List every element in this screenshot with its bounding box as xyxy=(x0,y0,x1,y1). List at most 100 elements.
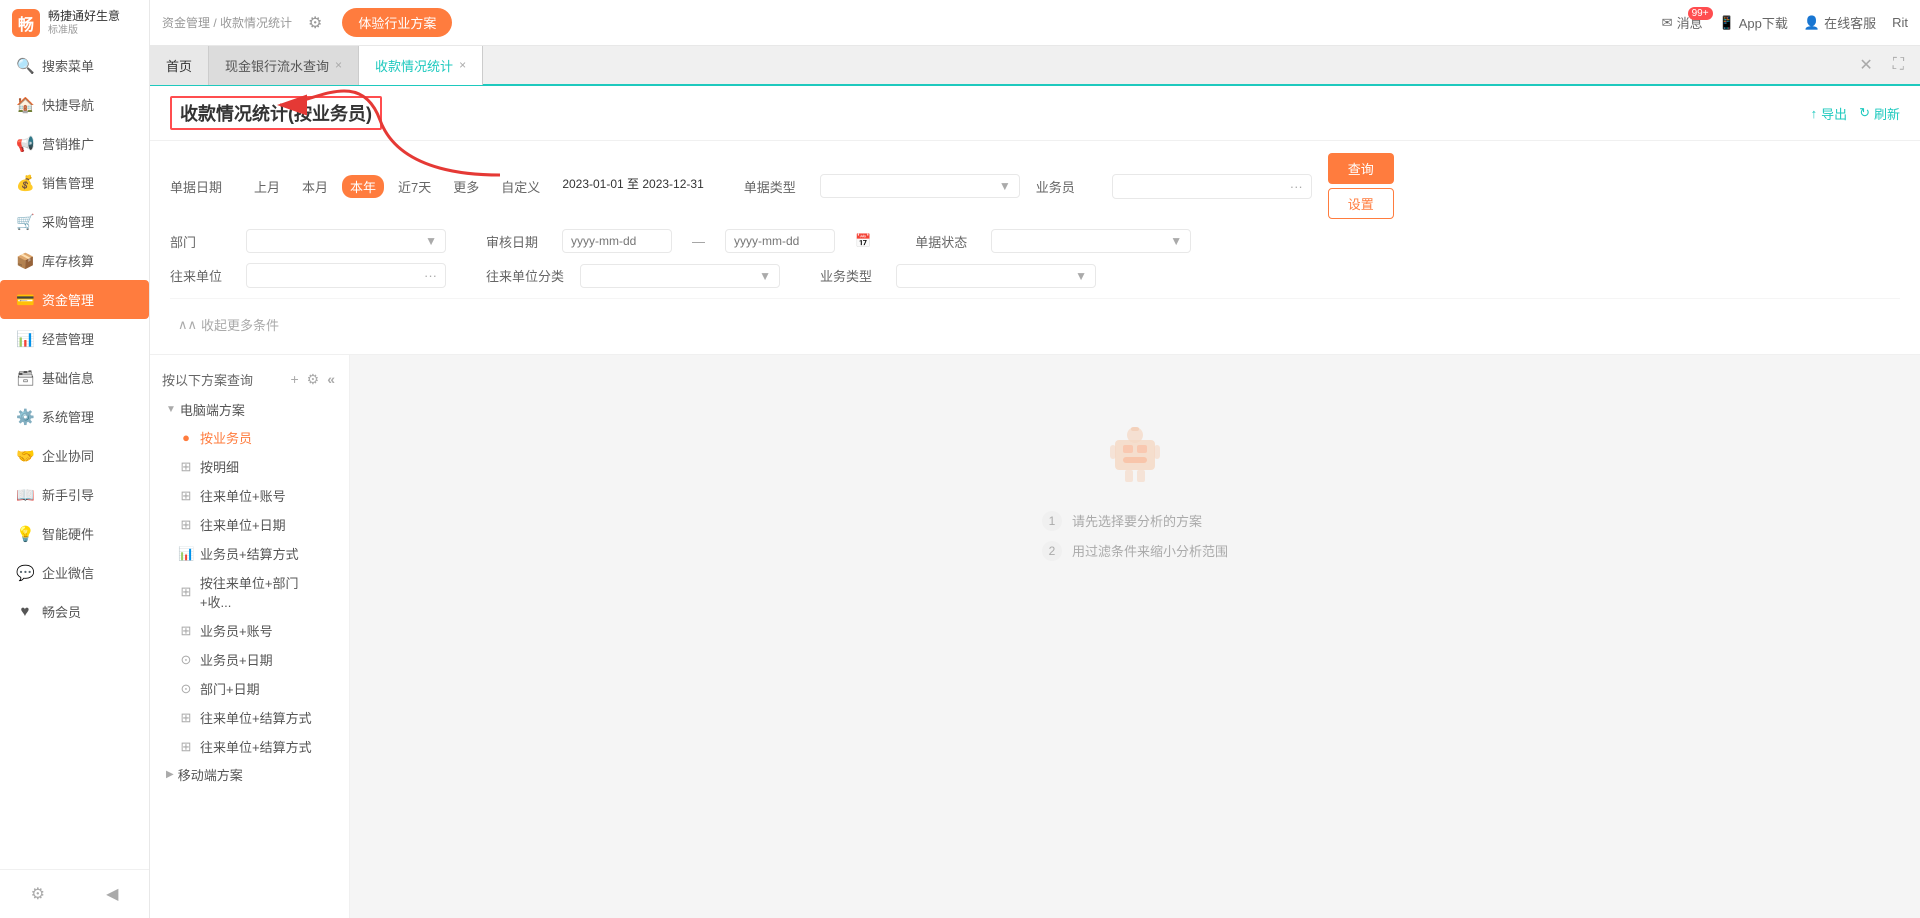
sidebar-item-wechat[interactable]: 💬 企业微信 xyxy=(0,553,149,592)
dept-select[interactable]: ▼ xyxy=(246,229,446,253)
collapse-button[interactable]: ∧∧ 收起更多条件 xyxy=(170,307,1900,342)
scheme-item-by_unit_date[interactable]: ⊞ 往来单位+日期 xyxy=(158,510,341,539)
scheme-item-by_dept_date[interactable]: ⊙ 部门+日期 xyxy=(158,674,341,703)
doc-type-select[interactable]: ▼ xyxy=(820,174,1020,198)
scheme-settings-btn[interactable]: ⚙ xyxy=(305,369,322,390)
scheme-add-btn[interactable]: + xyxy=(288,369,300,390)
counterpart-select[interactable]: ··· xyxy=(246,263,446,288)
sidebar-item-corp[interactable]: 🤝 企业协同 xyxy=(0,436,149,475)
sidebar-item-marketing[interactable]: 📢 营销推广 xyxy=(0,124,149,163)
sidebar-item-guide[interactable]: 📖 新手引导 xyxy=(0,475,149,514)
date-range-display: 2023-01-01 至 2023-12-31 xyxy=(562,175,703,198)
date-tabs: 上月 本月 本年 近7天 更多 自定义 2023-01-01 至 2023-12… xyxy=(246,175,704,198)
doc-status-select[interactable]: ▼ xyxy=(991,229,1191,253)
scheme-mobile-group: ▶ 移动端方案 xyxy=(150,761,349,788)
date-tab-this-month[interactable]: 本月 xyxy=(294,175,336,198)
scheme-item-by_unit_account[interactable]: ⊞ 往来单位+账号 xyxy=(158,481,341,510)
step-1-num: 1 xyxy=(1042,511,1062,531)
date-tab-this-year[interactable]: 本年 xyxy=(342,175,384,198)
sidebar-item-quicknav[interactable]: 🏠 快捷导航 xyxy=(0,85,149,124)
sidebar-item-search[interactable]: 🔍 搜索菜单 xyxy=(0,46,149,85)
query-button[interactable]: 查询 xyxy=(1328,153,1394,184)
tab-collection-label: 收款情况统计 xyxy=(375,56,453,75)
tab-collection-close[interactable]: × xyxy=(459,58,466,72)
scheme-item-by_unit_dept[interactable]: ⊞ 按往来单位+部门+收... xyxy=(158,568,341,616)
counterpart-cat-arrow-icon: ▼ xyxy=(759,269,771,283)
sidebar-item-purchase[interactable]: 🛒 采购管理 xyxy=(0,202,149,241)
audit-calendar-icon[interactable]: 📅 xyxy=(855,233,871,249)
sidebar-item-label: 搜索菜单 xyxy=(42,56,94,75)
member-icon: ♥ xyxy=(16,603,34,620)
finance-icon: 💳 xyxy=(16,291,34,309)
sidebar-item-member[interactable]: ♥ 畅会员 xyxy=(0,592,149,631)
scheme-item-by_staff[interactable]: ● 按业务员 xyxy=(158,423,341,452)
sidebar-items: 🔍 搜索菜单 🏠 快捷导航 📢 营销推广 💰 销售管理 🛒 采购管理 📦 库存核… xyxy=(0,46,149,631)
export-icon: ↑ xyxy=(1811,106,1818,121)
window-maximize-btn[interactable]: ⛶ xyxy=(1885,52,1912,78)
sidebar-item-label: 营销推广 xyxy=(42,134,94,153)
scheme-item-by_detail[interactable]: ⊞ 按明细 xyxy=(158,452,341,481)
date-tab-more[interactable]: 更多 xyxy=(445,175,487,198)
sidebar-settings-btn[interactable]: ⚙ xyxy=(25,878,51,910)
trial-button[interactable]: 体验行业方案 xyxy=(342,8,452,37)
app-download-button[interactable]: 📱 App下载 xyxy=(1719,13,1788,32)
scheme-item-by_unit_settle2[interactable]: ⊞ 往来单位+结算方式 xyxy=(158,732,341,761)
scheme-header-label: 按以下方案查询 xyxy=(162,370,253,389)
sidebar-item-system[interactable]: ⚙️ 系统管理 xyxy=(0,397,149,436)
logo-area: 畅 畅捷通好生意 标准版 xyxy=(0,0,150,46)
date-tab-7days[interactable]: 近7天 xyxy=(390,175,439,198)
sidebar-item-sales[interactable]: 💰 销售管理 xyxy=(0,163,149,202)
user-label[interactable]: Rit xyxy=(1892,15,1908,30)
sidebar-item-basic[interactable]: 🗃 基础信息 xyxy=(0,358,149,397)
audit-date-from[interactable] xyxy=(562,229,672,253)
sidebar-item-operation[interactable]: 📊 经营管理 xyxy=(0,319,149,358)
scheme-item-label: 往来单位+日期 xyxy=(200,515,286,534)
biz-type-select[interactable]: ▼ xyxy=(896,264,1096,288)
online-service-button[interactable]: 👤 在线客服 xyxy=(1804,13,1876,32)
page-actions: ↑ 导出 ↻ 刷新 xyxy=(1811,104,1900,123)
filter-row-2: 部门 ▼ 审核日期 — 📅 单据状态 ▼ xyxy=(170,229,1900,253)
type-label: 单据类型 xyxy=(744,177,804,196)
sidebar-collapse-btn[interactable]: ◀ xyxy=(100,878,124,910)
export-button[interactable]: ↑ 导出 xyxy=(1811,104,1848,123)
window-close-btn[interactable]: ✕ xyxy=(1851,51,1880,79)
scheme-collapse-btn[interactable]: « xyxy=(325,369,337,390)
tab-bank-close[interactable]: × xyxy=(335,58,342,72)
tab-bank[interactable]: 现金银行流水查询 × xyxy=(209,45,359,85)
tab-collection[interactable]: 收款情况统计 × xyxy=(359,45,483,85)
tab-bank-label: 现金银行流水查询 xyxy=(225,56,329,75)
scheme-item-by_staff_account[interactable]: ⊞ 业务员+账号 xyxy=(158,616,341,645)
quicknav-icon: 🏠 xyxy=(16,96,34,114)
tab-home[interactable]: 首页 xyxy=(150,45,209,85)
scheme-items: ● 按业务员 ⊞ 按明细 ⊞ 往来单位+账号 ⊞ 往来单位+日期 📊 业务员+结… xyxy=(158,423,341,761)
refresh-button[interactable]: ↻ 刷新 xyxy=(1859,104,1900,123)
right-content: 1 请先选择要分析的方案 2 用过滤条件来缩小分析范围 xyxy=(350,355,1920,918)
sidebar-item-inventory[interactable]: 📦 库存核算 xyxy=(0,241,149,280)
audit-date-to[interactable] xyxy=(725,229,835,253)
date-tab-custom[interactable]: 自定义 xyxy=(493,175,548,198)
scheme-item-by_staff_date[interactable]: ⊙ 业务员+日期 xyxy=(158,645,341,674)
sidebar-item-finance[interactable]: 💳 资金管理 xyxy=(0,280,149,319)
gear-icon[interactable]: ⚙ xyxy=(308,13,322,33)
scheme-by_unit_settle2-icon: ⊞ xyxy=(178,739,194,755)
scheme-panel: 按以下方案查询 + ⚙ « ▼ 电脑端方案 ● 按业务员 ⊞ 按明细 ⊞ 往来单… xyxy=(150,355,350,918)
settings-button[interactable]: 设置 xyxy=(1328,188,1394,219)
sidebar-item-hardware[interactable]: 💡 智能硬件 xyxy=(0,514,149,553)
step-2-text: 用过滤条件来缩小分析范围 xyxy=(1072,541,1228,560)
step-2-num: 2 xyxy=(1042,541,1062,561)
scheme-mobile-group-header[interactable]: ▶ 移动端方案 xyxy=(158,761,341,788)
scheme-item-by_unit_settle1[interactable]: ⊞ 往来单位+结算方式 xyxy=(158,703,341,732)
dept-arrow-icon: ▼ xyxy=(425,234,437,248)
staff-select[interactable]: ··· xyxy=(1112,174,1312,199)
counterpart-cat-select[interactable]: ▼ xyxy=(580,264,780,288)
doc-status-arrow-icon: ▼ xyxy=(1170,234,1182,248)
scheme-item-label: 业务员+日期 xyxy=(200,650,273,669)
scheme-by_unit_account-icon: ⊞ xyxy=(178,488,194,504)
scheme-desktop-group-header[interactable]: ▼ 电脑端方案 xyxy=(158,396,341,423)
sidebar-item-label: 系统管理 xyxy=(42,407,94,426)
message-button[interactable]: ✉ 消息 99+ xyxy=(1662,13,1703,32)
scheme-item-by_staff_settle[interactable]: 📊 业务员+结算方式 xyxy=(158,539,341,568)
content-body: 按以下方案查询 + ⚙ « ▼ 电脑端方案 ● 按业务员 ⊞ 按明细 ⊞ 往来单… xyxy=(150,355,1920,918)
date-tab-last-month[interactable]: 上月 xyxy=(246,175,288,198)
sidebar-item-label: 销售管理 xyxy=(42,173,94,192)
